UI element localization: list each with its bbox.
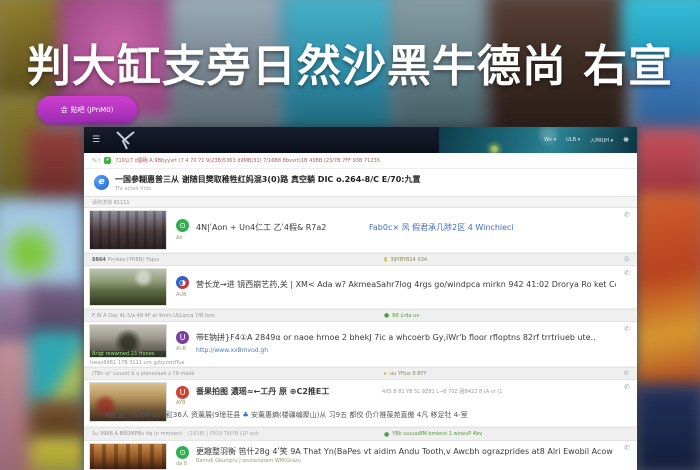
reply-icon[interactable]: ✆ — [624, 325, 630, 333]
reply-icon[interactable]: ✆ — [624, 444, 630, 452]
post-body-line: 4晚 五「青 66 66 届[36人 资薰展(9琻荘县 ♣ 安薰惠熵(楼疆编聚山… — [104, 410, 627, 420]
user-badge[interactable]: U — [176, 386, 189, 399]
post-thumbnail[interactable] — [89, 268, 167, 306]
post-title[interactable]: 营长龙→进 镜西崩艺药,关 | XM< Ada w? AkmeaSahr7log… — [196, 279, 616, 290]
reply-icon[interactable]: ✆ — [624, 269, 630, 277]
forum-header-text: 一国参糊惠普三从 谢随目樊取稚牲红妈混3(0)路 真空躺 DIC o.264-8… — [115, 174, 421, 192]
notice-bar: % t ✔ 710以7 d圃砲 A 9Bbyyvrt (7 4 70 71 9(… — [84, 153, 637, 169]
navbar-banner: Wv ▾ ULB ▾ ⼊PRUH ▾ ❋ — [439, 127, 637, 153]
post-row[interactable]: Brigt rewarned 23 Hones hway84B1 17B 311… — [84, 322, 637, 367]
post-row[interactable]: ⊙ da 8 更趣整羽衡 笆什28g 4ʹ笑 9A That Yn(BaPes … — [84, 441, 637, 470]
meta-text-2: (1818) | P919 TWYB (1P quk — [188, 431, 259, 437]
share-icon[interactable]: G — [624, 256, 629, 263]
check-icon: ✔ — [104, 157, 112, 164]
notice-text: 710以7 d圃砲 A 9Bbyyvrt (7 4 70 71 9(23B)53… — [115, 158, 380, 164]
member-icon: 会 — [60, 105, 68, 114]
forum-subtitle: Tfe acted Vrds — [115, 185, 152, 192]
forum-title[interactable]: 一国参糊惠普三从 谢随目樊取稚牲红妈混3(0)路 真空躺 DIC o.264-8… — [115, 174, 421, 185]
reply-icon[interactable]: ✆ — [624, 370, 629, 377]
tag-icon: ▮ — [384, 256, 388, 263]
bg-tile — [30, 438, 86, 470]
meta-mid-text: uu YHuv 8 8YY — [390, 370, 427, 377]
post-row[interactable]: U AYB 番果拍图 濃瑶≈←工丹 原 ⊕C2推E工 4X5 8 81 YB 5… — [84, 380, 637, 427]
badge-caption: AI-B — [176, 346, 186, 352]
bg-tile — [634, 128, 700, 200]
thumbnail-meta: hway84B1 17B 3111 urv gzbyzvrdTue — [90, 360, 185, 366]
reply-icon[interactable]: ✆ — [624, 383, 630, 391]
post-title[interactable]: 带E钠拼}F4①A 2849α or naoe hrnoe 2 bhekJ 7i… — [196, 332, 596, 343]
meta-text: Pnnkes (YH8B) Ylquv — [105, 256, 160, 263]
post-title[interactable]: 更趣整羽衡 笆什28g 4ʹ笑 9A That Yn(BaPes vt aidi… — [196, 446, 613, 457]
user-badge[interactable]: U — [176, 331, 189, 344]
arrow-icon: ▸ — [384, 370, 388, 377]
site-icon[interactable]: e — [94, 175, 109, 190]
screenshot-root: 判大缸支旁日然沙黑牛德尚 右宣 会 贴吧 (JPnM0) ☰ Wv ▾ ULB … — [0, 0, 700, 470]
user-badge[interactable]: ⊙ — [176, 219, 189, 232]
meta-text: P W A Day 4L 5/a 48 4F at 9mm ULLarca 7/… — [92, 312, 215, 319]
menu-icon[interactable]: ☰ — [92, 135, 100, 145]
embedded-page: ☰ Wv ▾ ULB ▾ ⼊PRUH ▾ ❋ % t ✔ 710以7 d圃砲 A… — [84, 127, 637, 470]
body-segment: 安薰惠熵(楼疆编聚山)从 习9五 都佼 仍介推葆苑直傲 4凡 移足牡 4-室 — [250, 411, 468, 419]
nav-link[interactable]: ULB ▾ — [566, 137, 580, 143]
post-thumbnail[interactable] — [89, 443, 167, 470]
navbar: ☰ Wv ▾ ULB ▾ ⼊PRUH ▾ ❋ — [84, 127, 637, 153]
post-thumbnail[interactable] — [89, 210, 167, 250]
bg-tile — [30, 332, 86, 408]
bg-tile — [0, 198, 87, 298]
logo-icon[interactable] — [114, 130, 138, 150]
meta-count: 8864 — [92, 256, 106, 263]
post-meta-strip: 1u 999B A BBQMPBu itq (n mmcwv) (1818) |… — [84, 427, 637, 441]
body-segment: 4晚 五「青 66 66 届[36人 资薰展(9琻荘县 — [104, 411, 241, 419]
post-title[interactable]: 番果拍图 濃瑶≈←工丹 原 ⊕C2推E工 — [196, 386, 329, 397]
meta-text: (TBv ur' uuuut) b a pienovaak z 79 mavb — [92, 370, 195, 377]
forum-header: e 一国参糊惠普三从 谢随目樊取稚牲红妈混3(0)路 真空躺 DIC o.264… — [84, 169, 637, 196]
page-title: 判大缸支旁日然沙黑牛德尚 右宣 — [26, 41, 674, 92]
bg-tile — [634, 384, 700, 470]
post-row[interactable]: ◑ AUB 营长龙→进 镜西崩艺药,关 | XM< Ada w? AkmeaSa… — [84, 266, 637, 309]
club-icon: ♣ — [242, 411, 249, 419]
notice-prefix: % t — [92, 157, 101, 164]
meta-mid-text: YBk uuuuuBM bmkevt 1 winevP 4bv — [392, 431, 483, 437]
badge-caption: Ab — [176, 235, 183, 241]
post-title[interactable]: 4N|ʹAon + Un4仁工 乙ʹ4假& R7a2 — [196, 222, 326, 233]
bg-tile — [634, 192, 700, 392]
dot-icon: ● — [384, 430, 390, 438]
post-link[interactable]: Fab0c× 风 假君承几陟2区 4 Winchieci — [369, 222, 514, 233]
user-badge[interactable]: ◑ — [176, 276, 189, 289]
meta-mid-text: B8 Lrda uv — [392, 312, 420, 319]
post-meta-strip: 8864 Pnnkes (YH8B) Ylquv ▮ 39YBYB14 X34 G — [84, 253, 637, 266]
badge-caption: AYB — [176, 400, 186, 406]
meta-mid-text: 39YBYB14 X34 — [390, 256, 428, 263]
badge-caption: da 8 — [176, 461, 188, 467]
badge-caption: AUB — [176, 292, 187, 298]
reply-icon[interactable]: ✆ — [624, 211, 630, 219]
post-meta-right: 4X5 8 81 YB 5L 9Z81 L→8 70Z 囲B422 8 (A v… — [382, 389, 503, 395]
post-row[interactable]: ⊙ Ab 4N|ʹAon + Un4仁工 乙ʹ4假& R7a2 Fab0c× 风… — [84, 208, 637, 253]
dot-icon: ● — [384, 312, 390, 319]
post-meta-strip: (TBv ur' uuuut) b a pienovaak z 79 mavb … — [84, 367, 637, 380]
post-url-link[interactable]: http://www.xxBmvod.gh — [196, 347, 268, 354]
list-toolbar: 请你济块 81111 — [84, 196, 637, 208]
thumbnail-caption: Brigt rewarned 23 Hones — [90, 351, 166, 357]
post-source-link[interactable]: Banndi Gburtpru J zouteclatem WM(Grazu — [196, 458, 301, 464]
nav-link[interactable]: ⼊PRUH ▾ — [590, 137, 613, 144]
apps-icon[interactable]: ❋ — [623, 136, 629, 144]
user-badge[interactable]: ⊙ — [176, 446, 189, 459]
list-toolbar-text: 请你济块 81111 — [92, 199, 130, 206]
nav-link[interactable]: Wv ▾ — [544, 137, 556, 143]
post-meta-strip: P W A Day 4L 5/a 48 4F at 9mm ULLarca 7/… — [84, 309, 637, 322]
hero-badge-label: 贴吧 (JPnM0) — [70, 105, 114, 114]
hero-badge-button[interactable]: 会 贴吧 (JPnM0) — [37, 96, 137, 123]
post-thumbnail[interactable]: Brigt rewarned 23 Hones — [89, 324, 167, 358]
meta-text: 1u 999B A BBQMPBu itq (n mmcwv) — [92, 431, 183, 437]
